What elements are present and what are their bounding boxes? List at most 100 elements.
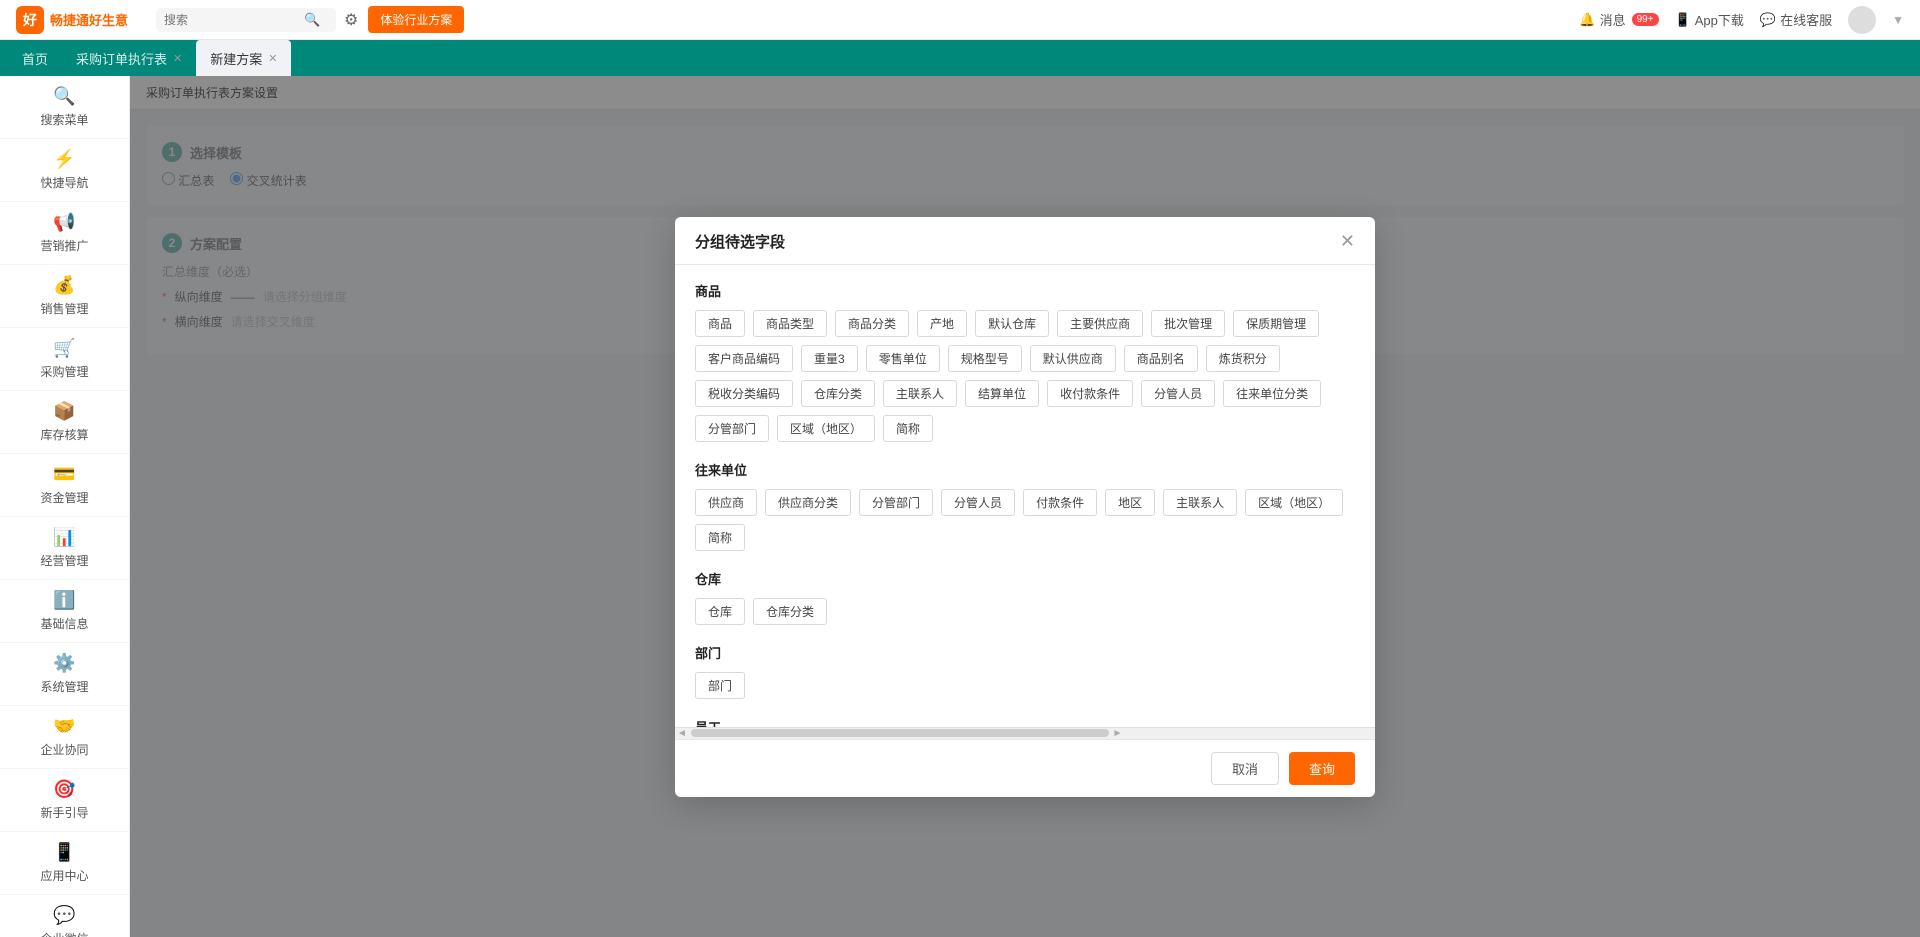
- tag-short-name-product[interactable]: 简称: [883, 415, 933, 442]
- tag-default-supplier[interactable]: 默认供应商: [1030, 345, 1116, 372]
- sidebar-item-sales[interactable]: 💰 销售管理: [0, 265, 129, 328]
- sidebar-item-operations-label: 经营管理: [40, 552, 88, 569]
- guide-icon: 🎯: [53, 779, 75, 800]
- section-employee: 员工 业务员: [695, 717, 1355, 727]
- app-download-label: App下载: [1695, 10, 1744, 29]
- sidebar-item-purchase-label: 采购管理: [40, 363, 88, 380]
- app-download-btn[interactable]: 📱 App下载: [1675, 10, 1744, 29]
- service-icon: 💬: [1760, 12, 1776, 28]
- sidebar-item-appstore-label: 应用中心: [40, 867, 88, 884]
- tag-main-supplier[interactable]: 主要供应商: [1057, 310, 1143, 337]
- marketing-icon: 📢: [53, 212, 75, 233]
- tag-product-type[interactable]: 商品类型: [753, 310, 827, 337]
- avatar[interactable]: [1848, 6, 1876, 34]
- main-layout: 🔍 搜索菜单 ⚡ 快捷导航 📢 营销推广 💰 销售管理 🛒 采购管理 📦 库存核…: [0, 76, 1920, 937]
- tag-department[interactable]: 部门: [695, 672, 745, 699]
- section-department: 部门 部门: [695, 643, 1355, 699]
- tag-weight3[interactable]: 重量3: [801, 345, 858, 372]
- gear-icon[interactable]: ⚙: [344, 10, 358, 30]
- tag-warehouse-cat[interactable]: 仓库分类: [753, 598, 827, 625]
- online-service-btn[interactable]: 💬 在线客服: [1760, 10, 1832, 29]
- notification-btn[interactable]: 🔔 消息 99+: [1579, 10, 1658, 29]
- section-product-tags: 商品 商品类型 商品分类 产地 默认仓库 主要供应商 批次管理 保质期管理 客户…: [695, 310, 1355, 442]
- tab-purchase-list[interactable]: 采购订单执行表 ✕: [62, 40, 196, 76]
- modal-body: 商品 商品 商品类型 商品分类 产地 默认仓库 主要供应商 批次管理 保质期管理…: [675, 265, 1375, 727]
- sidebar-item-guide-label: 新手引导: [40, 804, 88, 821]
- tag-settlement-unit[interactable]: 结算单位: [965, 380, 1039, 407]
- modal-close-btn[interactable]: ✕: [1340, 231, 1355, 252]
- tag-region-product[interactable]: 区域（地区）: [777, 415, 875, 442]
- tag-tax-code[interactable]: 税收分类编码: [695, 380, 793, 407]
- cancel-button[interactable]: 取消: [1211, 752, 1279, 785]
- tag-supplier-category[interactable]: 供应商分类: [765, 489, 851, 516]
- tag-dept[interactable]: 分管部门: [695, 415, 769, 442]
- tag-warehouse[interactable]: 仓库: [695, 598, 745, 625]
- inventory-icon: 📦: [53, 401, 75, 422]
- sidebar-item-finance[interactable]: 💳 资金管理: [0, 454, 129, 517]
- tag-product-category[interactable]: 商品分类: [835, 310, 909, 337]
- sidebar-item-system[interactable]: ⚙️ 系统管理: [0, 643, 129, 706]
- tab-purchase-close-icon[interactable]: ✕: [173, 52, 182, 65]
- search-bar[interactable]: 🔍: [156, 8, 336, 32]
- tab-home-label: 首页: [22, 49, 48, 68]
- sidebar-item-marketing[interactable]: 📢 营销推广: [0, 202, 129, 265]
- finance-icon: 💳: [53, 464, 75, 485]
- sidebar-item-quicknav[interactable]: ⚡ 快捷导航: [0, 139, 129, 202]
- operations-icon: 📊: [53, 527, 75, 548]
- experience-btn[interactable]: 体验行业方案: [368, 6, 464, 33]
- sidebar-item-marketing-label: 营销推广: [40, 237, 88, 254]
- hscroll-thumb[interactable]: [691, 729, 1109, 737]
- modal-hscroll[interactable]: ◄ ►: [675, 727, 1375, 739]
- tab-new-plan-close-icon[interactable]: ✕: [268, 52, 277, 65]
- tag-supervisor-partner[interactable]: 分管人员: [941, 489, 1015, 516]
- notification-icon: 🔔: [1579, 12, 1595, 28]
- sidebar-item-search[interactable]: 🔍 搜索菜单: [0, 76, 129, 139]
- tag-dept-partner[interactable]: 分管部门: [859, 489, 933, 516]
- tag-batch-mgmt[interactable]: 批次管理: [1151, 310, 1225, 337]
- sidebar-item-weixin-label: 企业微信: [40, 930, 88, 937]
- section-department-tags: 部门: [695, 672, 1355, 699]
- tag-payment-terms[interactable]: 收付款条件: [1047, 380, 1133, 407]
- logo-text: 畅捷通好生意: [50, 10, 128, 29]
- confirm-button[interactable]: 查询: [1289, 752, 1355, 785]
- search-input[interactable]: [164, 13, 304, 27]
- section-partner: 往来单位 供应商 供应商分类 分管部门 分管人员 付款条件 地区 主联系人 区域…: [695, 460, 1355, 551]
- section-employee-title: 员工: [695, 717, 1355, 727]
- sidebar-item-appstore[interactable]: 📱 应用中心: [0, 832, 129, 895]
- tab-new-plan[interactable]: 新建方案 ✕: [196, 40, 291, 76]
- tag-default-warehouse[interactable]: 默认仓库: [975, 310, 1049, 337]
- tag-origin[interactable]: 产地: [917, 310, 967, 337]
- tag-main-contact[interactable]: 主联系人: [883, 380, 957, 407]
- sidebar-item-inventory[interactable]: 📦 库存核算: [0, 391, 129, 454]
- app-icon: 📱: [1675, 12, 1691, 28]
- tag-product[interactable]: 商品: [695, 310, 745, 337]
- tag-area-partner[interactable]: 区域（地区）: [1245, 489, 1343, 516]
- tag-payment-cond[interactable]: 付款条件: [1023, 489, 1097, 516]
- tag-customer-code[interactable]: 客户商品编码: [695, 345, 793, 372]
- tag-points[interactable]: 炼货积分: [1206, 345, 1280, 372]
- tag-short-name-partner[interactable]: 简称: [695, 524, 745, 551]
- sidebar-item-weixin[interactable]: 💬 企业微信: [0, 895, 129, 937]
- tag-supervisor[interactable]: 分管人员: [1141, 380, 1215, 407]
- section-partner-title: 往来单位: [695, 460, 1355, 479]
- sidebar-item-purchase[interactable]: 🛒 采购管理: [0, 328, 129, 391]
- modal-footer: 取消 查询: [675, 739, 1375, 797]
- system-icon: ⚙️: [53, 653, 75, 674]
- tag-shelf-life[interactable]: 保质期管理: [1233, 310, 1319, 337]
- modal-title: 分组待选字段: [695, 231, 785, 252]
- content-area: 采购订单执行表方案设置 1 选择模板 汇总表 交叉统计表 2 方案配置 汇总维: [130, 76, 1920, 937]
- tag-alias[interactable]: 商品别名: [1124, 345, 1198, 372]
- tag-partner-category[interactable]: 往来单位分类: [1223, 380, 1321, 407]
- tag-main-contact-partner[interactable]: 主联系人: [1163, 489, 1237, 516]
- sidebar-item-operations[interactable]: 📊 经营管理: [0, 517, 129, 580]
- sidebar-item-basic-info[interactable]: ℹ️ 基础信息: [0, 580, 129, 643]
- tag-retail-unit[interactable]: 零售单位: [866, 345, 940, 372]
- tag-region-partner[interactable]: 地区: [1105, 489, 1155, 516]
- tab-home[interactable]: 首页: [8, 40, 62, 76]
- sidebar-item-guide[interactable]: 🎯 新手引导: [0, 769, 129, 832]
- tag-supplier[interactable]: 供应商: [695, 489, 757, 516]
- tag-warehouse-category[interactable]: 仓库分类: [801, 380, 875, 407]
- tag-spec-model[interactable]: 规格型号: [948, 345, 1022, 372]
- sidebar-item-enterprise[interactable]: 🤝 企业协同: [0, 706, 129, 769]
- dropdown-icon[interactable]: ▼: [1892, 13, 1904, 27]
